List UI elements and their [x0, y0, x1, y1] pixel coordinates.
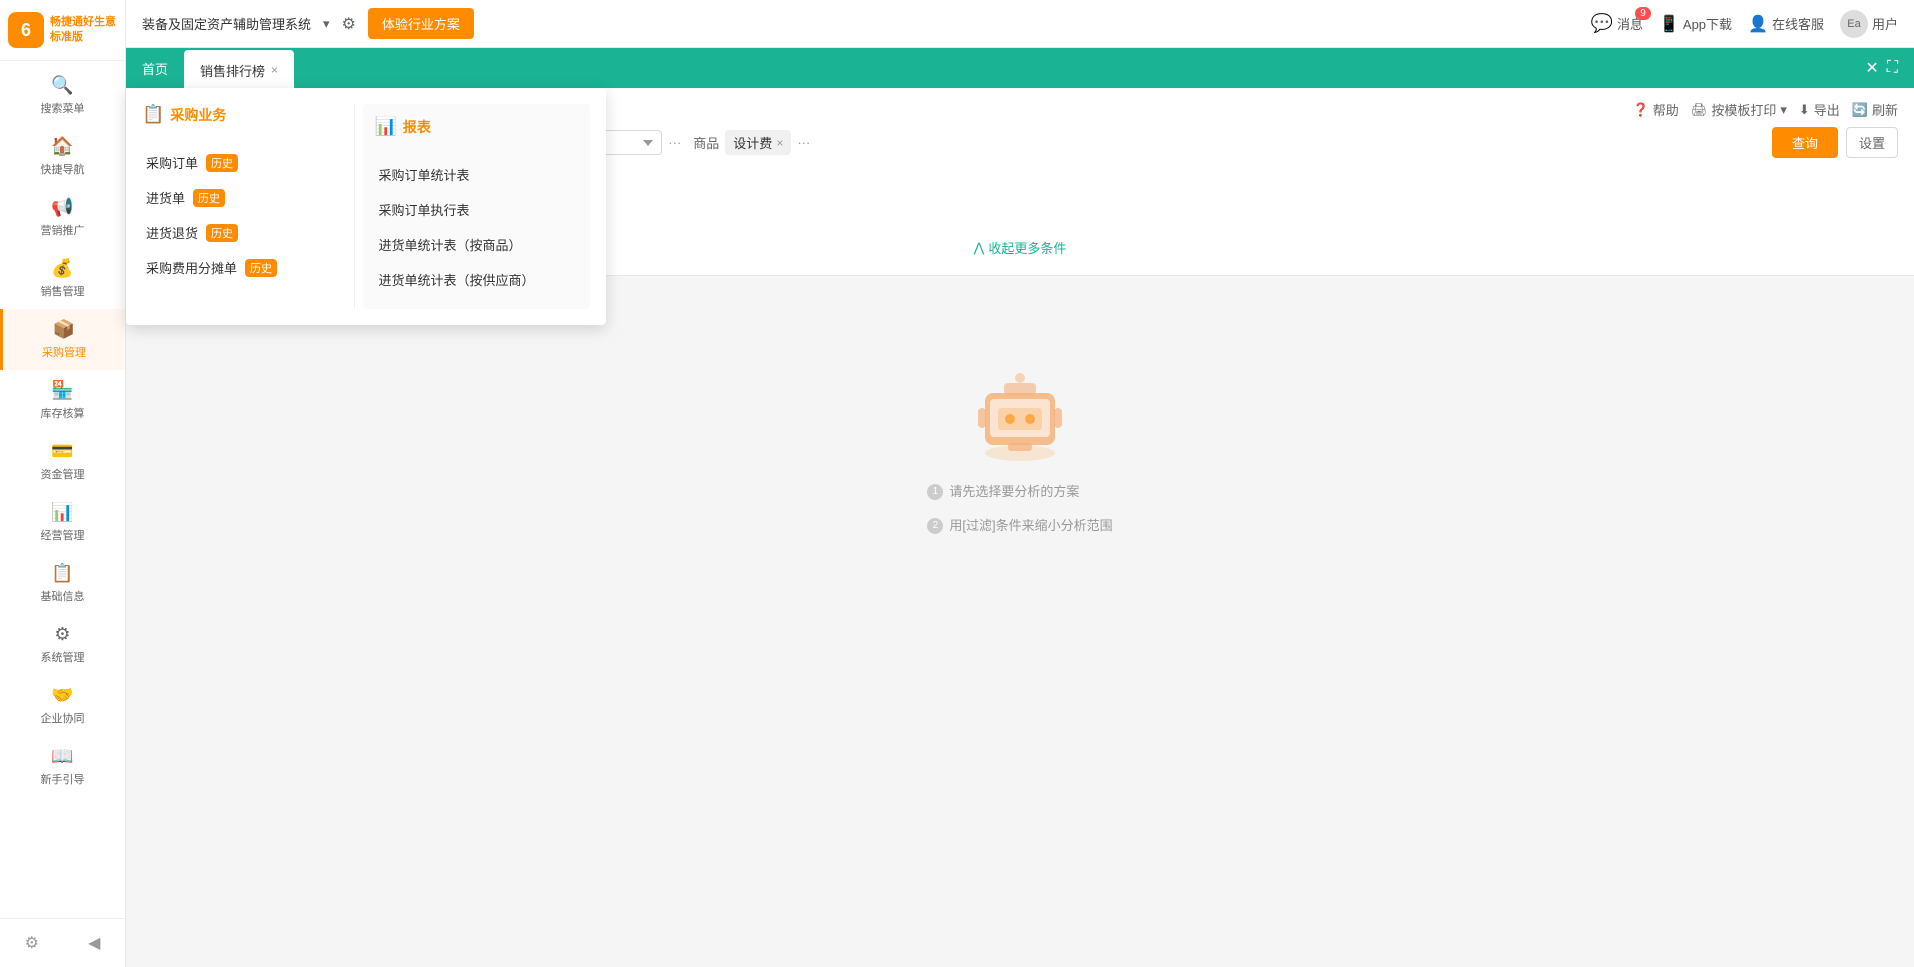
circle-2: 2 [927, 518, 943, 534]
tab-fullscreen-btn[interactable]: ⛶ [1887, 59, 1898, 77]
header-dropdown-btn[interactable]: ▾ [323, 16, 330, 32]
print-dropdown-icon: ▾ [1780, 102, 1787, 118]
home-icon: 🏠 [51, 136, 73, 157]
sidebar-item-quick-nav[interactable]: 🏠 快捷导航 [0, 126, 125, 187]
sidebar-item-finance[interactable]: 💳 资金管理 [0, 431, 125, 492]
product-label: 商品 [693, 133, 719, 152]
goods-receipt-item[interactable]: 进货单 历史 [142, 180, 346, 215]
logo-icon: 6 [8, 12, 44, 48]
header-settings-btn[interactable]: ⚙ [342, 14, 356, 34]
order-status-ellipsis: ··· [668, 135, 681, 150]
product-tag-close[interactable]: × [776, 136, 783, 150]
query-button[interactable]: 查询 [1772, 127, 1838, 158]
cooperation-icon: 🤝 [51, 685, 73, 706]
purchase-order-stats-item[interactable]: 采购订单统计表 [375, 157, 579, 192]
goods-stats-supplier-item[interactable]: 进货单统计表（按供应商） [375, 262, 579, 297]
collapse-icon: ⋀ [974, 240, 985, 256]
header-actions: 💬 消息 9 📱 App下载 👤 在线客服 Ea 用户 [1591, 10, 1898, 38]
tab-bar-actions: ✕ ⛶ [1865, 58, 1914, 78]
purchase-expense-history[interactable]: 历史 [245, 259, 277, 277]
app-logo: 6 畅捷通好生意 标准版 [0, 0, 125, 61]
report-col-title: 📊 报表 [375, 116, 579, 145]
app-download-btn[interactable]: 📱 App下载 [1659, 14, 1732, 34]
marketing-icon: 📢 [51, 197, 73, 218]
system-title: 装备及固定资产辅助管理系统 [142, 14, 311, 33]
settings-button[interactable]: 设置 [1846, 127, 1898, 158]
purchase-icon: 📦 [53, 319, 75, 340]
sidebar-item-system[interactable]: ⚙ 系统管理 [0, 614, 125, 675]
user-avatar: Ea [1840, 10, 1868, 38]
sidebar-item-sales[interactable]: 💰 销售管理 [0, 248, 125, 309]
product-ellipsis: ··· [797, 135, 810, 150]
tab-home[interactable]: 首页 [126, 48, 184, 88]
operation-icon: 📊 [51, 502, 73, 523]
sidebar-item-operation[interactable]: 📊 经营管理 [0, 492, 125, 553]
help-icon: ❓ [1633, 102, 1649, 118]
tab-close-btn[interactable]: × [271, 63, 278, 77]
purchase-business-col: 📋 采购业务 采购订单 历史 进货单 历史 进货退货 历史 采购费用分摊单 历史 [142, 104, 346, 309]
guide-icon: 📖 [51, 746, 73, 767]
top-header: 装备及固定资产辅助管理系统 ▾ ⚙ 体验行业方案 💬 消息 9 📱 App下载 … [126, 0, 1914, 48]
logo-text: 畅捷通好生意 标准版 [50, 15, 116, 46]
export-icon: ⬇ [1799, 102, 1810, 118]
sidebar-nav: 🔍 搜索菜单 🏠 快捷导航 📢 营销推广 💰 销售管理 📦 采购管理 🏪 [0, 61, 125, 918]
sidebar-item-search[interactable]: 🔍 搜索菜单 [0, 65, 125, 126]
circle-1: 1 [927, 484, 943, 500]
trial-button[interactable]: 体验行业方案 [368, 8, 474, 39]
online-service-btn[interactable]: 👤 在线客服 [1748, 14, 1824, 34]
sidebar: 6 畅捷通好生意 标准版 🔍 搜索菜单 🏠 快捷导航 📢 营销推广 💰 [0, 0, 126, 967]
sidebar-bottom: ⚙ ◀ [0, 918, 125, 967]
report-col-icon: 📊 [375, 116, 397, 137]
user-menu-btn[interactable]: Ea 用户 [1840, 10, 1898, 38]
sidebar-item-purchase[interactable]: 📦 采购管理 [0, 309, 125, 370]
purchase-report-col: 📊 报表 采购订单统计表 采购订单执行表 进货单统计表（按商品） 进货单统计表（… [363, 104, 591, 309]
inventory-icon: 🏪 [51, 380, 73, 401]
refresh-icon: 🔄 [1852, 102, 1868, 118]
sidebar-settings-btn[interactable]: ⚙ [19, 927, 45, 959]
product-tag: 设计费 × [725, 130, 791, 155]
basic-info-icon: 📋 [51, 563, 73, 584]
sidebar-item-marketing[interactable]: 📢 营销推广 [0, 187, 125, 248]
sidebar-item-guide[interactable]: 📖 新手引导 [0, 736, 125, 797]
sidebar-collapse-btn[interactable]: ◀ [82, 927, 106, 959]
purchase-col-title: 📋 采购业务 [142, 104, 346, 133]
sidebar-item-cooperation[interactable]: 🤝 企业协同 [0, 675, 125, 736]
goods-receipt-history[interactable]: 历史 [193, 189, 225, 207]
notification-btn[interactable]: 💬 消息 9 [1591, 13, 1643, 34]
system-icon: ⚙ [54, 624, 70, 645]
goods-return-item[interactable]: 进货退货 历史 [142, 215, 346, 250]
tab-close-all-btn[interactable]: ✕ [1865, 58, 1878, 78]
sidebar-item-basic-info[interactable]: 📋 基础信息 [0, 553, 125, 614]
purchase-order-exec-item[interactable]: 采购订单执行表 [375, 192, 579, 227]
goods-stats-product-item[interactable]: 进货单统计表（按商品） [375, 227, 579, 262]
message-icon: 💬 [1591, 13, 1613, 34]
service-icon: 👤 [1748, 14, 1768, 34]
empty-state: 1 请先选择要分析的方案 2 用[过滤]条件来缩小分析范围 [126, 276, 1914, 626]
print-btn[interactable]: 🖨 按模板打印 ▾ [1691, 100, 1787, 119]
tab-sales-rank[interactable]: 销售排行榜 × [184, 50, 294, 90]
phone-icon: 📱 [1659, 14, 1679, 34]
help-btn[interactable]: ❓ 帮助 [1633, 100, 1679, 119]
purchase-col-icon: 📋 [142, 104, 164, 125]
purchase-order-item[interactable]: 采购订单 历史 [142, 145, 346, 180]
empty-illustration [960, 363, 1080, 463]
filter-actions: 查询 设置 [1772, 127, 1898, 158]
sidebar-item-inventory[interactable]: 🏪 库存核算 [0, 370, 125, 431]
tab-bar: 首页 销售排行榜 × ✕ ⛶ [126, 48, 1914, 88]
finance-icon: 💳 [51, 441, 73, 462]
notification-badge: 9 [1635, 7, 1651, 20]
search-icon: 🔍 [51, 75, 73, 96]
empty-hint-1: 1 请先选择要分析的方案 2 用[过滤]条件来缩小分析范围 [927, 479, 1112, 539]
purchase-expense-item[interactable]: 采购费用分摊单 历史 [142, 250, 346, 285]
sales-icon: 💰 [51, 258, 73, 279]
goods-return-history[interactable]: 历史 [206, 224, 238, 242]
print-icon: 🖨 [1691, 102, 1708, 118]
collapse-label: 收起更多条件 [988, 238, 1066, 257]
refresh-btn[interactable]: 🔄 刷新 [1852, 100, 1898, 119]
purchase-order-history[interactable]: 历史 [206, 154, 238, 172]
export-btn[interactable]: ⬇ 导出 [1799, 100, 1840, 119]
purchase-dropdown-menu: 📋 采购业务 采购订单 历史 进货单 历史 进货退货 历史 采购费用分摊单 历史… [126, 88, 606, 325]
